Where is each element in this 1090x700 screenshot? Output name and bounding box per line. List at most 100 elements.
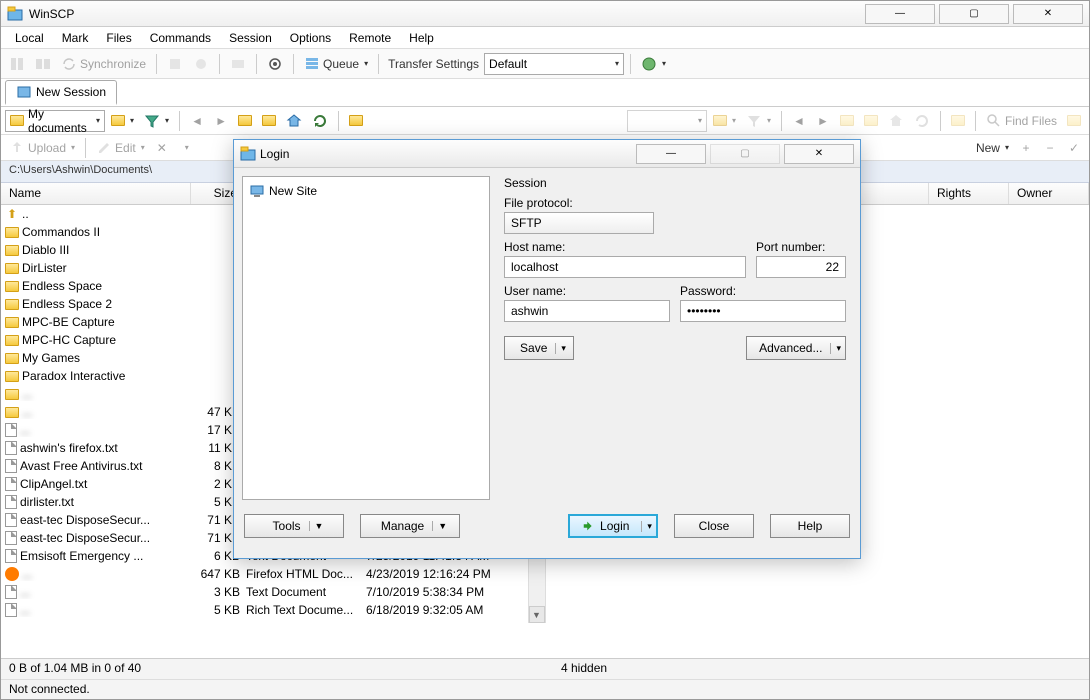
user-input[interactable] <box>504 300 670 322</box>
password-input[interactable] <box>680 300 846 322</box>
remote-open-icon[interactable]: ▾ <box>709 110 740 132</box>
menu-commands[interactable]: Commands <box>142 29 219 47</box>
file-icon <box>5 495 17 509</box>
preferences-icon[interactable] <box>263 53 287 75</box>
port-input[interactable] <box>756 256 846 278</box>
manage-button[interactable]: Manage▼ <box>360 514 460 538</box>
remote-filter-icon[interactable]: ▾ <box>742 110 775 132</box>
dialog-title: Login <box>260 147 632 161</box>
folder-icon <box>5 227 19 238</box>
help-button[interactable]: Help <box>770 514 850 538</box>
queue-button[interactable]: Queue▾ <box>300 53 372 75</box>
dialog-button-row: Tools▼ Manage▼ Login▾ Close Help <box>234 508 860 544</box>
file-name: .. <box>22 207 29 221</box>
file-name: ashwin's firefox.txt <box>20 441 118 455</box>
dialog-maximize-button: ▢ <box>710 144 780 164</box>
transfer-profile-combo[interactable]: Default▾ <box>484 53 624 75</box>
more-icon[interactable]: ▾ <box>175 137 197 159</box>
up-folder-icon[interactable] <box>234 110 256 132</box>
status-bar: 0 B of 1.04 MB in 0 of 40 4 hidden Not c… <box>1 658 1089 699</box>
file-name: Emsisoft Emergency ... <box>20 549 143 563</box>
filter-icon[interactable]: ▾ <box>140 110 173 132</box>
file-type: Firefox HTML Doc... <box>246 567 366 581</box>
menu-help[interactable]: Help <box>401 29 442 47</box>
remote-refresh-icon[interactable] <box>910 110 934 132</box>
app-title: WinSCP <box>29 7 861 21</box>
bookmarks-icon[interactable] <box>345 110 367 132</box>
close-button[interactable]: ✕ <box>1013 4 1083 24</box>
plus-icon[interactable]: + <box>1015 137 1037 159</box>
computer-icon <box>249 183 265 199</box>
menu-options[interactable]: Options <box>282 29 339 47</box>
file-row[interactable]: ...5 KBRich Text Docume...6/18/2019 9:32… <box>1 601 545 619</box>
sync-browse-icon[interactable] <box>5 53 29 75</box>
tools-button[interactable]: Tools▼ <box>244 514 344 538</box>
toolbar-icon-1[interactable] <box>163 53 187 75</box>
maximize-button[interactable]: ▢ <box>939 4 1009 24</box>
col-rights[interactable]: Rights <box>929 183 1009 204</box>
file-name: MPC-HC Capture <box>22 333 116 347</box>
site-item-new[interactable]: New Site <box>247 181 485 201</box>
local-drive-combo[interactable]: My documents▾ <box>5 110 105 132</box>
login-button[interactable]: Login▾ <box>568 514 658 538</box>
save-button[interactable]: Save▾ <box>504 336 574 360</box>
refresh-icon[interactable] <box>308 110 332 132</box>
delete-icon[interactable]: ✕ <box>151 137 173 159</box>
remote-drive-combo[interactable]: ▾ <box>627 110 707 132</box>
upload-button[interactable]: Upload▾ <box>5 137 79 159</box>
new-button[interactable]: New▾ <box>972 137 1013 159</box>
folder-icon <box>10 115 24 126</box>
menu-local[interactable]: Local <box>7 29 52 47</box>
file-name: ... <box>22 567 32 581</box>
root-folder-icon[interactable] <box>258 110 280 132</box>
remote-bookmark-icon[interactable] <box>947 110 969 132</box>
dialog-close-button[interactable]: ✕ <box>784 144 854 164</box>
file-row[interactable]: ...647 KBFirefox HTML Doc...4/23/2019 12… <box>1 565 545 583</box>
col-name[interactable]: Name <box>1 183 191 204</box>
open-folder-icon[interactable]: ▾ <box>107 110 138 132</box>
remote-home-icon[interactable] <box>884 110 908 132</box>
main-toolbar: Synchronize Queue▾ Transfer Settings Def… <box>1 49 1089 79</box>
scroll-down-icon[interactable]: ▼ <box>529 606 545 623</box>
folder-icon <box>5 371 19 382</box>
file-name: DirLister <box>22 261 67 275</box>
file-row[interactable]: ...3 KBText Document7/10/2019 5:38:34 PM <box>1 583 545 601</box>
close-button-dialog[interactable]: Close <box>674 514 754 538</box>
file-icon <box>5 549 17 563</box>
advanced-button[interactable]: Advanced...▾ <box>746 336 846 360</box>
remote-bookmark2-icon[interactable] <box>1063 110 1085 132</box>
remote-forward-icon[interactable]: ► <box>812 110 834 132</box>
menu-files[interactable]: Files <box>98 29 139 47</box>
file-name: Endless Space <box>22 279 102 293</box>
menu-session[interactable]: Session <box>221 29 280 47</box>
home-icon[interactable] <box>282 110 306 132</box>
host-input[interactable] <box>504 256 746 278</box>
synchronize-button[interactable]: Synchronize <box>57 53 150 75</box>
site-list[interactable]: New Site <box>242 176 490 500</box>
edit-button[interactable]: Edit▾ <box>92 137 149 159</box>
menu-mark[interactable]: Mark <box>54 29 97 47</box>
remote-back-icon[interactable]: ◄ <box>788 110 810 132</box>
folder-icon <box>5 299 19 310</box>
session-group-label: Session <box>504 176 846 190</box>
file-icon <box>5 459 17 473</box>
find-files-button[interactable]: Find Files <box>982 110 1061 132</box>
remote-root-icon[interactable] <box>860 110 882 132</box>
remote-up-icon[interactable] <box>836 110 858 132</box>
menu-remote[interactable]: Remote <box>341 29 399 47</box>
check-icon[interactable]: ✓ <box>1063 137 1085 159</box>
col-owner[interactable]: Owner <box>1009 183 1089 204</box>
new-session-tab[interactable]: New Session <box>5 80 117 105</box>
minus-icon[interactable]: − <box>1039 137 1061 159</box>
compare-icon[interactable] <box>31 53 55 75</box>
dialog-minimize-button[interactable]: — <box>636 144 706 164</box>
toolbar-globe-icon[interactable]: ▾ <box>637 53 670 75</box>
toolbar-icon-3[interactable] <box>226 53 250 75</box>
forward-icon[interactable]: ► <box>210 110 232 132</box>
protocol-select[interactable]: SFTP <box>504 212 654 234</box>
file-icon <box>5 531 17 545</box>
back-icon[interactable]: ◄ <box>186 110 208 132</box>
minimize-button[interactable]: — <box>865 4 935 24</box>
toolbar-icon-2[interactable] <box>189 53 213 75</box>
session-form: Session File protocol: SFTP Host name: P… <box>498 176 852 500</box>
